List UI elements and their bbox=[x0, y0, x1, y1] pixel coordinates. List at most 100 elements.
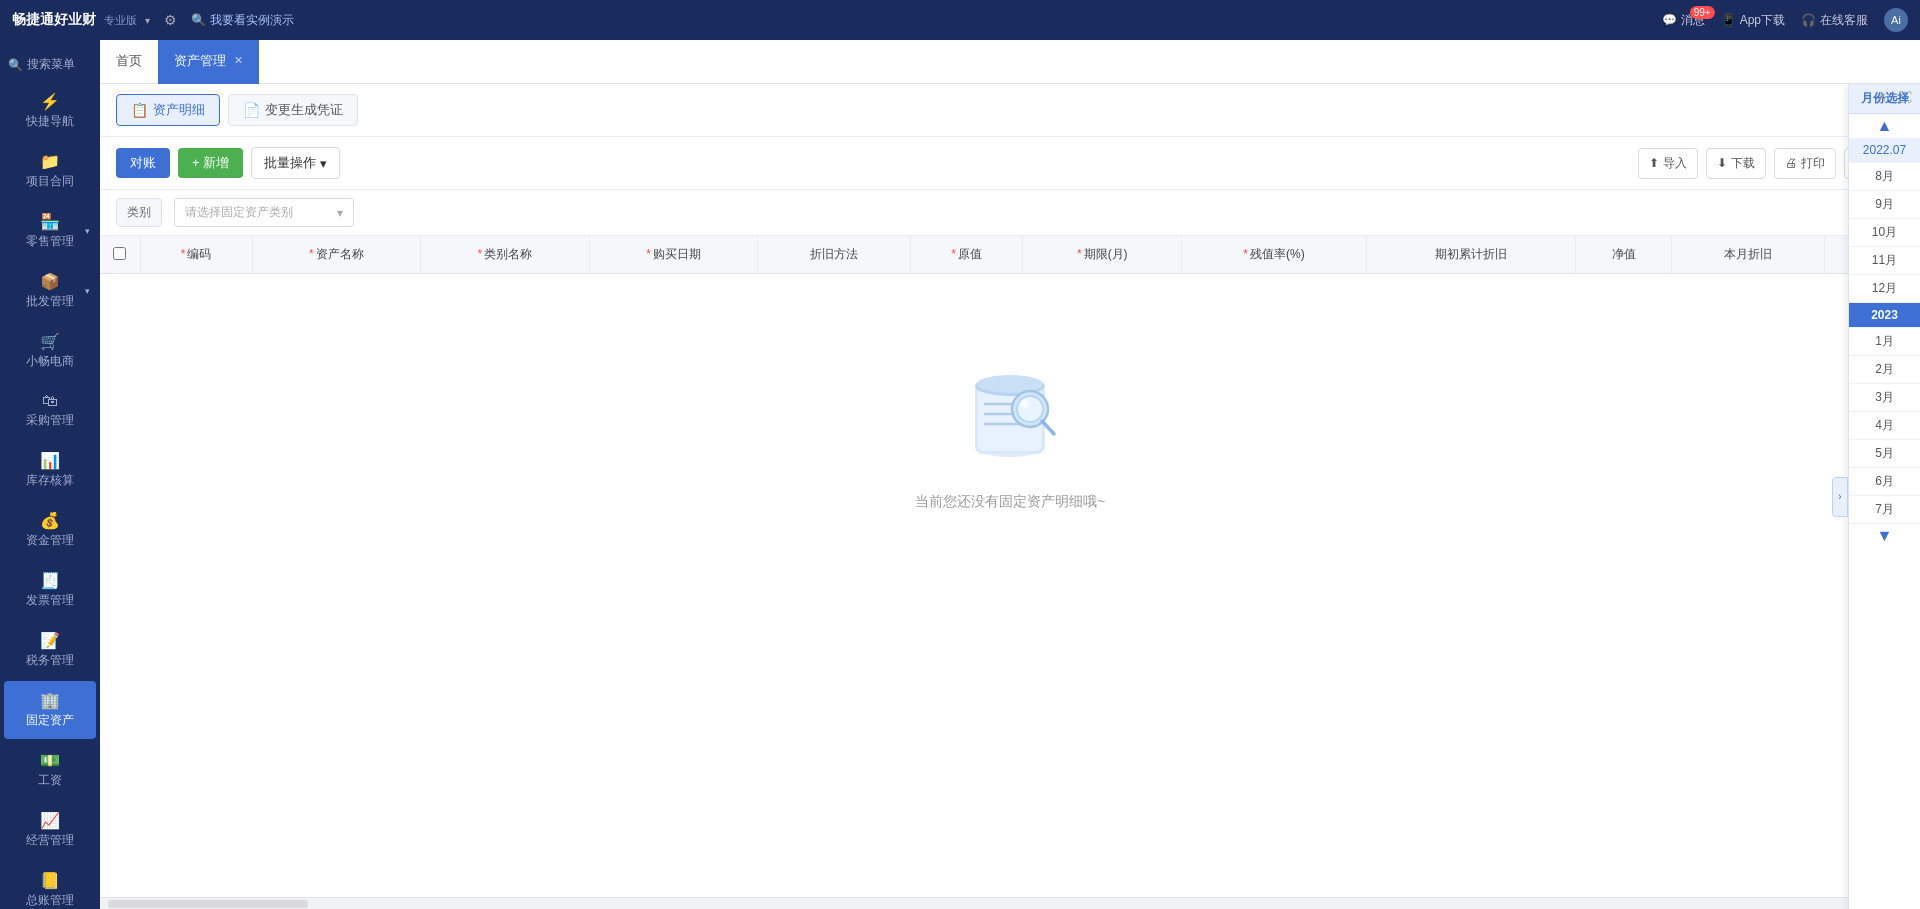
sidebar-item-operations[interactable]: 📈 经营管理 bbox=[4, 801, 96, 859]
sidebar-item-invoice[interactable]: 🧾 发票管理 bbox=[4, 561, 96, 619]
user-avatar[interactable]: Ai bbox=[1884, 8, 1908, 32]
month-item-9[interactable]: 9月 bbox=[1849, 191, 1920, 219]
main-layout: 🔍 搜索菜单 ⚡ 快捷导航 📁 项目合同 🏪 零售管理 ▾ 📦 批发管理 ▾ 🛒… bbox=[0, 40, 1920, 909]
month-item-year-2023[interactable]: 2023 bbox=[1849, 303, 1920, 328]
sidebar-item-finance[interactable]: 💰 资金管理 bbox=[4, 501, 96, 559]
tab-asset-management[interactable]: 资产管理 ✕ bbox=[158, 40, 259, 84]
month-item-4[interactable]: 4月 bbox=[1849, 412, 1920, 440]
sidebar-item-fixed-assets[interactable]: 🏢 固定资产 bbox=[4, 681, 96, 739]
month-item-12[interactable]: 12月 bbox=[1849, 275, 1920, 303]
month-nav-up[interactable]: ▲ bbox=[1849, 114, 1920, 138]
download-icon: ⬇ bbox=[1717, 156, 1727, 170]
batch-ops-dropdown-icon: ▾ bbox=[320, 156, 327, 171]
month-panel-toggle[interactable]: › bbox=[1832, 477, 1848, 517]
table-body: 当前您还没有固定资产明细哦~ bbox=[100, 274, 1920, 592]
filter-category-label: 类别 bbox=[116, 198, 162, 227]
month-item-11[interactable]: 11月 bbox=[1849, 247, 1920, 275]
sub-tab-bar: 📋 资产明细 📄 变更生成凭证 bbox=[100, 84, 1920, 137]
sidebar-item-retail[interactable]: 🏪 零售管理 ▾ bbox=[4, 202, 96, 260]
bottom-scrollbar[interactable] bbox=[100, 897, 1920, 909]
sub-tab-asset-detail[interactable]: 📋 资产明细 bbox=[116, 94, 220, 126]
download-button[interactable]: ⬇ 下载 bbox=[1706, 148, 1766, 179]
scrollbar-track[interactable] bbox=[108, 900, 308, 908]
retail-arrow-icon: ▾ bbox=[85, 226, 90, 236]
sidebar-item-payroll[interactable]: 💵 工资 bbox=[4, 741, 96, 799]
purchase-icon: 🛍 bbox=[42, 392, 58, 410]
fixed-assets-icon: 🏢 bbox=[40, 691, 60, 710]
reconcile-button[interactable]: 对账 bbox=[116, 148, 170, 178]
app-subtitle: 专业版 bbox=[104, 13, 137, 28]
asset-detail-tab-icon: 📋 bbox=[131, 102, 148, 118]
top-bar-left: 畅捷通好业财 专业版 ▾ ⚙ 🔍 我要看实例演示 bbox=[12, 10, 1654, 30]
month-item-current[interactable]: 2022.07 bbox=[1849, 138, 1920, 163]
tab-bar: 首页 资产管理 ✕ bbox=[100, 40, 1920, 84]
month-item-3[interactable]: 3月 bbox=[1849, 384, 1920, 412]
month-item-6[interactable]: 6月 bbox=[1849, 468, 1920, 496]
app-title: 畅捷通好业财 bbox=[12, 11, 96, 29]
sidebar-item-general-ledger[interactable]: 📒 总账管理 bbox=[4, 861, 96, 909]
table-wrapper: 编码 资产名称 类别名称 购买日期 折旧方法 原值 期限(月) 残值率(%) 期… bbox=[100, 236, 1920, 897]
wholesale-icon: 📦 bbox=[40, 272, 60, 291]
message-icon: 💬 bbox=[1662, 13, 1677, 27]
assets-table: 编码 资产名称 类别名称 购买日期 折旧方法 原值 期限(月) 残值率(%) 期… bbox=[100, 236, 1920, 591]
panel-close-button[interactable]: ✕ bbox=[1872, 88, 1891, 107]
project-contract-icon: 📁 bbox=[40, 152, 60, 171]
sub-tab-change-voucher[interactable]: 📄 变更生成凭证 bbox=[228, 94, 358, 126]
phone-icon: 📱 bbox=[1721, 13, 1736, 27]
filter-bar: 类别 请选择固定资产类别 ▾ bbox=[100, 190, 1920, 236]
top-bar-right: 💬 消息 99+ 📱 App下载 🎧 在线客服 Ai bbox=[1662, 8, 1908, 32]
sidebar-item-quick-nav[interactable]: ⚡ 快捷导航 bbox=[4, 82, 96, 140]
sidebar-item-ecommerce[interactable]: 🛒 小畅电商 bbox=[4, 322, 96, 380]
month-item-1[interactable]: 1月 bbox=[1849, 328, 1920, 356]
print-button[interactable]: 🖨 打印 bbox=[1774, 148, 1836, 179]
month-item-2[interactable]: 2月 bbox=[1849, 356, 1920, 384]
sidebar-item-tax[interactable]: 📝 税务管理 bbox=[4, 621, 96, 679]
sidebar: 🔍 搜索菜单 ⚡ 快捷导航 📁 项目合同 🏪 零售管理 ▾ 📦 批发管理 ▾ 🛒… bbox=[0, 40, 100, 909]
print-icon: 🖨 bbox=[1785, 156, 1797, 170]
general-ledger-icon: 📒 bbox=[40, 871, 60, 890]
app-download-button[interactable]: 📱 App下载 bbox=[1721, 12, 1785, 29]
panel-action-bar: ✕ ⛶ bbox=[1872, 88, 1916, 107]
content-area: 首页 资产管理 ✕ 📋 资产明细 📄 变更生成凭证 bbox=[100, 40, 1920, 909]
select-all-checkbox[interactable] bbox=[113, 247, 126, 260]
wholesale-arrow-icon: ▾ bbox=[85, 286, 90, 296]
messages-button[interactable]: 💬 消息 99+ bbox=[1662, 12, 1705, 29]
batch-ops-button[interactable]: 批量操作 ▾ bbox=[251, 147, 340, 179]
month-item-8[interactable]: 8月 bbox=[1849, 163, 1920, 191]
th-checkbox bbox=[100, 236, 140, 274]
add-button[interactable]: + 新增 bbox=[178, 148, 243, 178]
quick-nav-icon: ⚡ bbox=[40, 92, 60, 111]
month-item-5[interactable]: 5月 bbox=[1849, 440, 1920, 468]
month-item-7[interactable]: 7月 bbox=[1849, 496, 1920, 524]
dropdown-icon[interactable]: ▾ bbox=[145, 15, 150, 26]
sidebar-item-wholesale[interactable]: 📦 批发管理 ▾ bbox=[4, 262, 96, 320]
empty-state-row: 当前您还没有固定资产明细哦~ bbox=[100, 274, 1920, 592]
svg-point-10 bbox=[1021, 400, 1029, 408]
online-service-button[interactable]: 🎧 在线客服 bbox=[1801, 12, 1868, 29]
panel-expand-button[interactable]: ⛶ bbox=[1895, 88, 1916, 107]
demo-link[interactable]: 🔍 我要看实例演示 bbox=[191, 12, 294, 29]
invoice-icon: 🧾 bbox=[40, 571, 60, 590]
page-content: 📋 资产明细 📄 变更生成凭证 对账 + 新增 批量操作 ▾ bbox=[100, 84, 1920, 909]
sidebar-item-project-contract[interactable]: 📁 项目合同 bbox=[4, 142, 96, 200]
settings-icon[interactable]: ⚙ bbox=[158, 10, 183, 30]
month-item-10[interactable]: 10月 bbox=[1849, 219, 1920, 247]
import-button[interactable]: ⬆ 导入 bbox=[1638, 148, 1698, 179]
demo-link-icon: 🔍 bbox=[191, 13, 206, 27]
sidebar-item-inventory[interactable]: 📊 库存核算 bbox=[4, 441, 96, 499]
tab-home[interactable]: 首页 bbox=[100, 40, 158, 84]
sidebar-item-purchase[interactable]: 🛍 采购管理 bbox=[4, 382, 96, 439]
th-accumulated-depreciation: 期初累计折旧 bbox=[1366, 236, 1575, 274]
sidebar-search-menu[interactable]: 🔍 搜索菜单 bbox=[0, 48, 100, 81]
ecommerce-icon: 🛒 bbox=[40, 332, 60, 351]
th-purchase-date: 购买日期 bbox=[589, 236, 758, 274]
th-monthly-depreciation: 本月折旧 bbox=[1672, 236, 1825, 274]
filter-category-select[interactable]: 请选择固定资产类别 ▾ bbox=[174, 198, 354, 227]
month-nav-down[interactable]: ▼ bbox=[1849, 524, 1920, 548]
th-depreciation-method: 折旧方法 bbox=[758, 236, 911, 274]
top-bar: 畅捷通好业财 专业版 ▾ ⚙ 🔍 我要看实例演示 💬 消息 99+ 📱 App下… bbox=[0, 0, 1920, 40]
th-period-months: 期限(月) bbox=[1023, 236, 1182, 274]
tab-close-icon[interactable]: ✕ bbox=[234, 54, 243, 67]
empty-state-icon bbox=[950, 354, 1070, 477]
search-icon: 🔍 bbox=[8, 58, 23, 72]
